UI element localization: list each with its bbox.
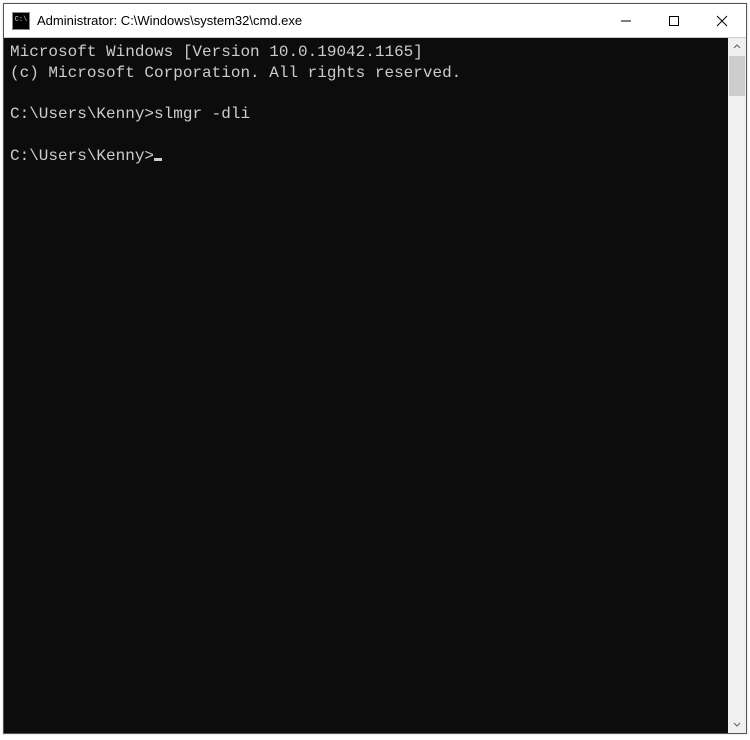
scroll-down-button[interactable]: [728, 715, 746, 733]
minimize-button[interactable]: [602, 4, 650, 37]
titlebar[interactable]: C:\ Administrator: C:\Windows\system32\c…: [4, 4, 746, 38]
maximize-button[interactable]: [650, 4, 698, 37]
close-icon: [716, 15, 728, 27]
window-title: Administrator: C:\Windows\system32\cmd.e…: [37, 13, 302, 28]
window-controls: [602, 4, 746, 37]
command-1: slmgr -dli: [154, 105, 250, 123]
close-button[interactable]: [698, 4, 746, 37]
copyright-line: (c) Microsoft Corporation. All rights re…: [10, 64, 461, 82]
minimize-icon: [620, 15, 632, 27]
client-area: Microsoft Windows [Version 10.0.19042.11…: [4, 38, 746, 733]
cursor: [154, 158, 162, 161]
chevron-down-icon: [733, 720, 741, 728]
prompt-1: C:\Users\Kenny>: [10, 105, 154, 123]
cmd-icon-label: C:\: [15, 17, 28, 24]
chevron-up-icon: [733, 43, 741, 51]
cmd-icon: C:\: [12, 12, 30, 30]
terminal-output[interactable]: Microsoft Windows [Version 10.0.19042.11…: [4, 38, 728, 733]
scroll-thumb[interactable]: [729, 56, 745, 96]
prompt-2: C:\Users\Kenny>: [10, 147, 154, 165]
cmd-window: C:\ Administrator: C:\Windows\system32\c…: [3, 3, 747, 734]
scroll-up-button[interactable]: [728, 38, 746, 56]
maximize-icon: [668, 15, 680, 27]
version-line: Microsoft Windows [Version 10.0.19042.11…: [10, 43, 423, 61]
vertical-scrollbar[interactable]: [728, 38, 746, 733]
scroll-track[interactable]: [728, 56, 746, 715]
